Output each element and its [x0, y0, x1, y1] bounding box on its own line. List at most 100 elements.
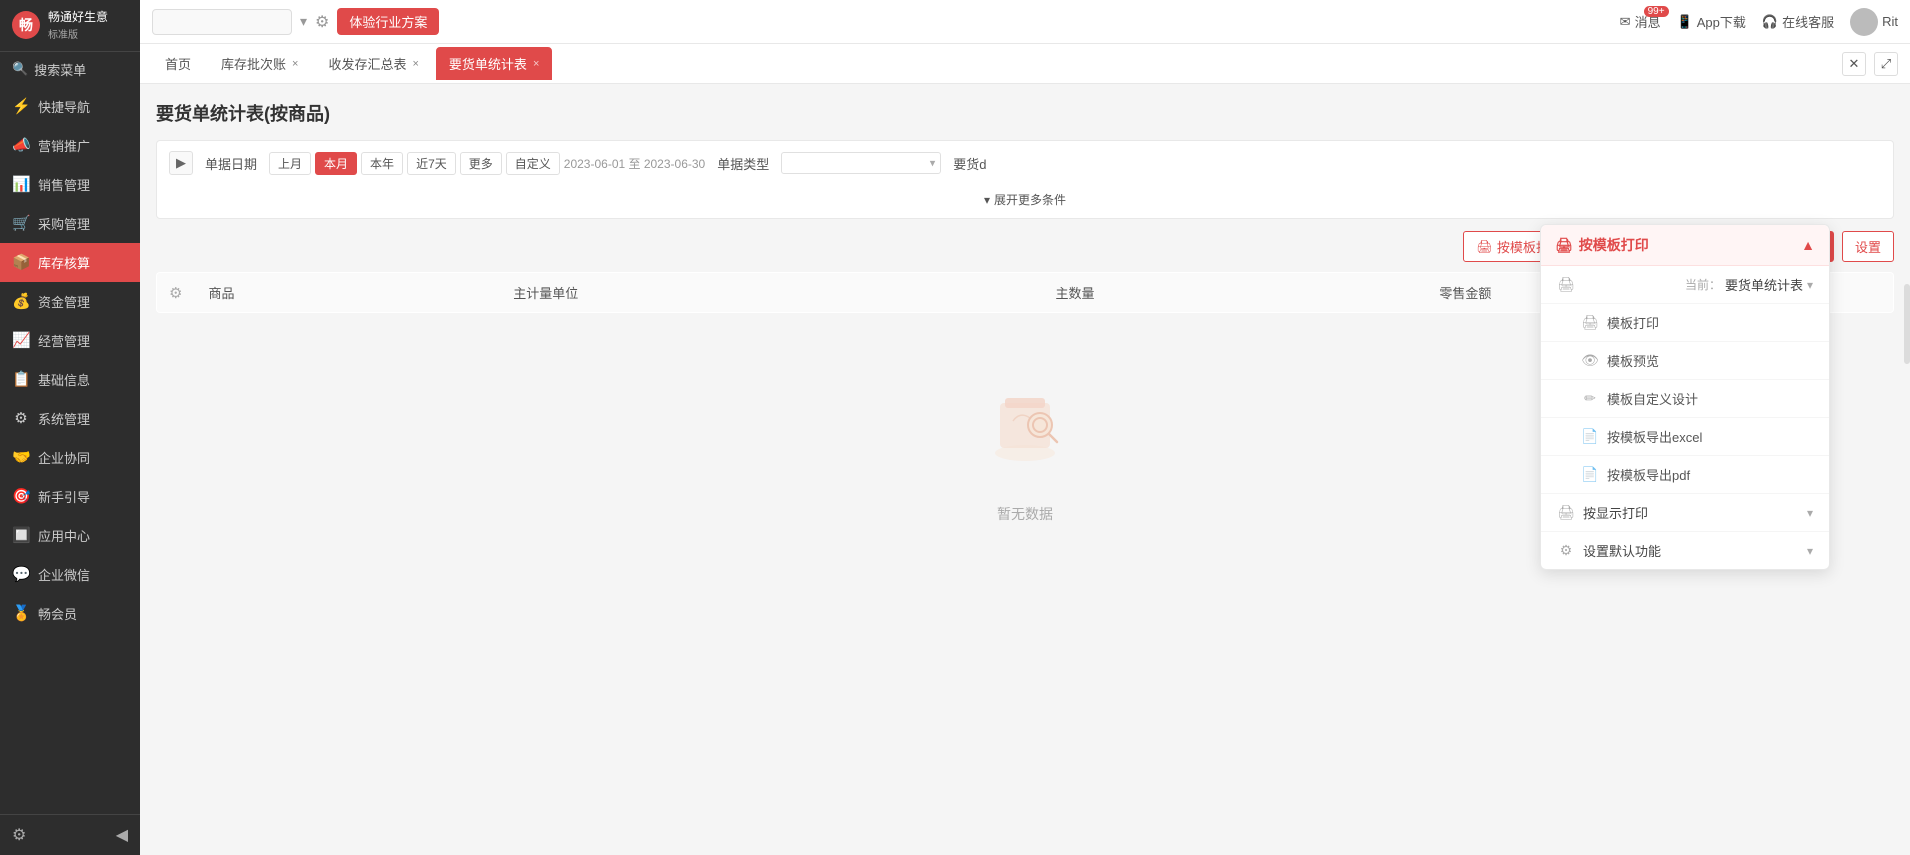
support-icon: 🎧: [1762, 14, 1778, 30]
filter-collapse-btn[interactable]: ▶: [169, 151, 193, 175]
sidebar-item-quick-nav[interactable]: ⚡ 快捷导航: [0, 87, 140, 126]
sidebar-search-label: 搜索菜单: [34, 60, 86, 79]
sidebar-item-label: 企业微信: [38, 565, 90, 584]
scroll-indicator[interactable]: [1904, 284, 1910, 364]
tab-collection-summary[interactable]: 收发存汇总表 ×: [315, 47, 431, 80]
date-btn-this-month[interactable]: 本月: [315, 152, 357, 175]
sidebar-item-label: 企业协同: [38, 448, 90, 467]
type-dropdown-wrap: [781, 152, 941, 174]
tabbar: 首页 库存批次账 × 收发存汇总表 × 要货单统计表 × ✕ ⤢: [140, 44, 1910, 84]
sidebar-search-item[interactable]: 🔍 搜索菜单: [0, 52, 140, 87]
date-btn-7days[interactable]: 近7天: [407, 152, 456, 175]
logo-icon: 畅: [12, 11, 40, 39]
tab-inventory-batch-close[interactable]: ×: [292, 58, 298, 70]
th-product: 商品: [197, 273, 502, 313]
template-export-excel-item[interactable]: 📄 按模板导出excel: [1541, 418, 1829, 456]
sidebar-nav: ⚡ 快捷导航 📣 营销推广 📊 销售管理 🛒 采购管理 📦 库存核算 💰 资金管…: [0, 87, 140, 814]
online-support-item[interactable]: 🎧 在线客服: [1762, 12, 1834, 31]
date-btn-last-month[interactable]: 上月: [269, 152, 311, 175]
display-print-arrow: ▾: [1807, 506, 1813, 520]
tab-inventory-batch[interactable]: 库存批次账 ×: [208, 47, 311, 80]
promo-button[interactable]: 体验行业方案: [337, 8, 439, 35]
template-print-item[interactable]: 🖨 模板打印: [1541, 304, 1829, 342]
filter-bar: ▶ 单据日期 上月 本月 本年 近7天 更多 自定义 2023-06-01 至 …: [156, 140, 1894, 219]
fold-icon[interactable]: ◀: [116, 825, 128, 845]
sidebar-logo: 畅 畅通好生意 标准版: [0, 0, 140, 52]
template-print-icon: 🖨: [1581, 314, 1599, 331]
sidebar-item-label: 经营管理: [38, 331, 90, 350]
sidebar-item-apps[interactable]: 🔲 应用中心: [0, 516, 140, 555]
expand-icon: ▾: [984, 193, 990, 207]
topbar-chevron-icon[interactable]: ▾: [300, 13, 307, 30]
message-icon: ✉: [1620, 14, 1631, 30]
tab-order-stats-close[interactable]: ×: [533, 58, 539, 70]
sidebar-item-marketing[interactable]: 📣 营销推广: [0, 126, 140, 165]
template-export-excel-icon: 📄: [1581, 428, 1599, 445]
current-template-label: 要货单统计表: [1725, 275, 1803, 294]
table-settings-icon[interactable]: ⚙: [169, 285, 182, 302]
print-current-item[interactable]: 🖨 当前： 要货单统计表 ▾: [1541, 266, 1829, 304]
date-btn-custom[interactable]: 自定义: [506, 152, 560, 175]
sidebar-item-sales[interactable]: 📊 销售管理: [0, 165, 140, 204]
template-preview-item[interactable]: 👁 模板预览: [1541, 342, 1829, 380]
sidebar-item-basic-info[interactable]: 📋 基础信息: [0, 360, 140, 399]
print-dropdown: 🖨 按模板打印 ▲ 🖨 当前： 要货单统计表 ▾ 🖨 模板打印 👁 模板预: [1540, 224, 1830, 570]
sidebar-item-inventory[interactable]: 📦 库存核算: [0, 243, 140, 282]
username-label: Rit: [1882, 14, 1898, 29]
newbie-icon: 🎯: [12, 487, 30, 505]
date-btn-this-year[interactable]: 本年: [361, 152, 403, 175]
default-function-item[interactable]: ⚙ 设置默认功能 ▾: [1541, 532, 1829, 569]
expand-more-button[interactable]: ▾ 展开更多条件: [169, 191, 1881, 208]
topbar-gear-icon[interactable]: ⚙: [315, 12, 329, 32]
settings-bottom-icon[interactable]: ⚙: [12, 825, 26, 845]
sidebar-item-label: 基础信息: [38, 370, 90, 389]
date-label: 单据日期: [205, 154, 257, 173]
default-function-arrow: ▾: [1807, 544, 1813, 558]
tabbar-close-btn[interactable]: ✕: [1842, 52, 1866, 76]
settings-btn[interactable]: 设置: [1842, 231, 1894, 262]
avatar: [1850, 8, 1878, 36]
current-icon: 🖨: [1557, 276, 1575, 293]
template-design-item[interactable]: ✏ 模板自定义设计: [1541, 380, 1829, 418]
main-content: ▾ ⚙ 体验行业方案 ✉ 消息 99+ 📱 App下载 🎧 在线客服 Rit: [140, 0, 1910, 855]
purchase-icon: 🛒: [12, 214, 30, 232]
sidebar-item-wechat[interactable]: 💬 企业微信: [0, 555, 140, 594]
print-dropdown-chevron[interactable]: ▲: [1801, 237, 1815, 253]
tab-order-stats[interactable]: 要货单统计表 ×: [436, 47, 552, 80]
template-export-pdf-item[interactable]: 📄 按模板导出pdf: [1541, 456, 1829, 494]
expand-label: 展开更多条件: [994, 191, 1066, 208]
topbar-search-input[interactable]: [152, 9, 292, 35]
display-print-item[interactable]: 🖨 按显示打印 ▾: [1541, 494, 1829, 532]
tab-collection-close[interactable]: ×: [412, 58, 418, 70]
sidebar-item-purchase[interactable]: 🛒 采购管理: [0, 204, 140, 243]
tabbar-expand-btn[interactable]: ⤢: [1874, 52, 1898, 76]
sidebar-item-operations[interactable]: 📈 经营管理: [0, 321, 140, 360]
sidebar-item-label: 系统管理: [38, 409, 90, 428]
messages-item[interactable]: ✉ 消息 99+: [1620, 12, 1661, 31]
sidebar-item-label: 库存核算: [38, 253, 90, 272]
display-print-icon: 🖨: [1557, 504, 1575, 521]
sidebar-item-finance[interactable]: 💰 资金管理: [0, 282, 140, 321]
type-select[interactable]: [781, 152, 941, 174]
template-design-icon: ✏: [1581, 390, 1599, 407]
app-badge: 标准版: [48, 26, 108, 41]
sidebar-item-label: 应用中心: [38, 526, 90, 545]
member-icon: 🏅: [12, 604, 30, 622]
user-avatar-item[interactable]: Rit: [1850, 8, 1898, 36]
sidebar-item-member[interactable]: 🏅 畅会员: [0, 594, 140, 633]
tab-home-label: 首页: [165, 54, 191, 73]
app-download-item[interactable]: 📱 App下载: [1677, 12, 1746, 31]
sidebar-item-label: 新手引导: [38, 487, 90, 506]
sidebar-item-collab[interactable]: 🤝 企业协同: [0, 438, 140, 477]
sales-icon: 📊: [12, 175, 30, 193]
tab-home[interactable]: 首页: [152, 47, 204, 80]
tab-order-stats-label: 要货单统计表: [449, 54, 527, 73]
sidebar-item-system[interactable]: ⚙ 系统管理: [0, 399, 140, 438]
sidebar-item-label: 营销推广: [38, 136, 90, 155]
template-preview-icon: 👁: [1581, 352, 1599, 369]
sidebar-item-newbie[interactable]: 🎯 新手引导: [0, 477, 140, 516]
operations-icon: 📈: [12, 331, 30, 349]
date-btn-more[interactable]: 更多: [460, 152, 502, 175]
th-qty: 主数量: [1043, 273, 1427, 313]
sidebar-item-label: 快捷导航: [38, 97, 90, 116]
